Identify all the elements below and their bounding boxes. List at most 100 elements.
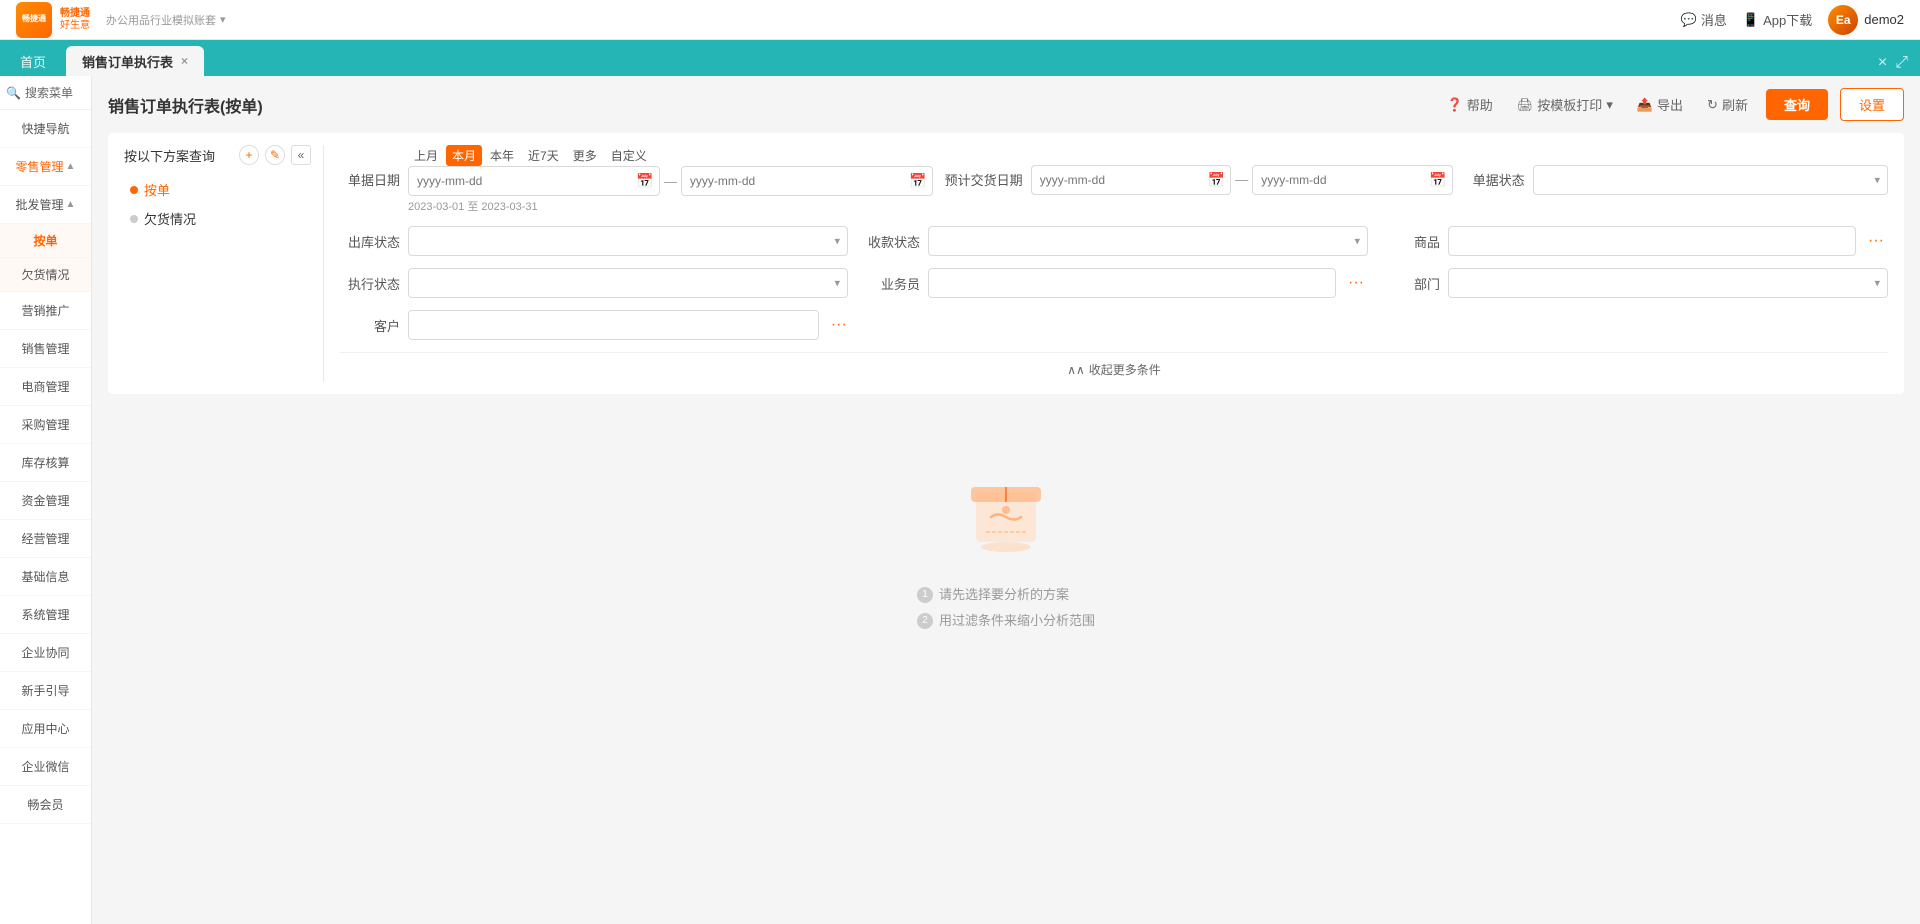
scheme-edit-button[interactable]: ✎ — [265, 145, 285, 165]
brand-logo: 畅捷通 — [16, 2, 52, 38]
print-icon: 🖨 — [1517, 97, 1534, 113]
salesperson-input[interactable] — [928, 268, 1336, 298]
query-button[interactable]: 查询 — [1766, 89, 1828, 120]
sidebar-item-enterprise[interactable]: 企业协同 — [0, 634, 91, 672]
app-download-label: App下载 — [1763, 10, 1812, 29]
sidebar-item-ecommerce[interactable]: 电商管理 — [0, 368, 91, 406]
date-range: 📅 — 📅 — [408, 166, 933, 196]
app-download-button[interactable]: 📱 App下载 — [1743, 10, 1812, 29]
goods-label: 商品 — [1380, 232, 1440, 251]
payment-status-select[interactable]: 未收款 部分收款 全部收款 — [928, 226, 1368, 256]
template-print-button[interactable]: 🖨 按模板打印 ▾ — [1511, 91, 1619, 118]
export-button[interactable]: 📤 导出 — [1631, 91, 1689, 118]
scheme-add-button[interactable]: + — [239, 145, 259, 165]
sidebar-item-quick-nav[interactable]: 快捷导航 — [0, 110, 91, 148]
sidebar-item-inventory[interactable]: 库存核算 — [0, 444, 91, 482]
user-profile[interactable]: Ea demo2 — [1828, 5, 1904, 35]
out-status-select[interactable]: 未出库 部分出库 全部出库 — [408, 226, 848, 256]
date-label: 单据日期 — [340, 170, 400, 189]
sidebar-item-system[interactable]: 系统管理 — [0, 596, 91, 634]
customer-input[interactable] — [408, 310, 819, 340]
sidebar-item-wholesale[interactable]: 批发管理 ▲ — [0, 186, 91, 224]
sidebar-item-wechat[interactable]: 企业微信 — [0, 748, 91, 786]
scheme-item-order[interactable]: 按单 — [124, 175, 311, 204]
date-end-input[interactable] — [681, 166, 933, 196]
help-button[interactable]: ❓ 帮助 — [1441, 91, 1499, 118]
scheme-dot-inactive — [130, 215, 138, 223]
expected-date-start-input[interactable] — [1031, 165, 1232, 195]
filter-panel: 按以下方案查询 + ✎ « 按单 — [108, 133, 1904, 394]
collapse-button[interactable]: ∧∧ 收起更多条件 — [1067, 361, 1161, 378]
exec-status-select[interactable]: 执行中 已完成 — [408, 268, 848, 298]
sidebar-item-newbie[interactable]: 新手引导 — [0, 672, 91, 710]
date-start-input[interactable] — [408, 166, 660, 196]
date-quick-custom[interactable]: 自定义 — [605, 145, 653, 166]
tab-fullscreen-button[interactable]: ⤢ — [1895, 54, 1908, 72]
collapse-bar: ∧∧ 收起更多条件 — [340, 352, 1888, 382]
tab-sales-order-execution[interactable]: 销售订单执行表 × — [66, 46, 204, 76]
tab-close-button[interactable]: × — [181, 54, 188, 68]
tip-num-2: 2 — [917, 613, 933, 629]
date-quick-last-month[interactable]: 上月 — [408, 145, 444, 166]
scheme-header-actions: + ✎ « — [239, 145, 311, 165]
scheme-header-label: 按以下方案查询 — [124, 146, 215, 165]
dept-select-wrapper — [1448, 268, 1888, 298]
refresh-button[interactable]: ↻ 刷新 — [1701, 91, 1754, 118]
top-bar-left: 畅捷通 畅捷通 好生意 办公用品行业模拟账套 ▾ — [16, 2, 234, 38]
goods-more-icon[interactable]: ··· — [1864, 232, 1888, 250]
date-quick-this-month[interactable]: 本月 — [446, 145, 482, 166]
export-icon: 📤 — [1637, 97, 1653, 113]
customer-more-icon[interactable]: ··· — [827, 316, 851, 334]
app-download-icon: 📱 — [1743, 12, 1759, 28]
order-status-label: 单据状态 — [1465, 170, 1525, 189]
sidebar-item-marketing[interactable]: 营销推广 — [0, 292, 91, 330]
date-quick-this-year[interactable]: 本年 — [484, 145, 520, 166]
scheme-collapse-button[interactable]: « — [291, 145, 311, 165]
empty-tips: 1 请先选择要分析的方案 2 用过滤条件来缩小分析范围 — [917, 582, 1095, 634]
filter-row-1: 单据日期 上月 本月 本年 近7天 更多 自定义 — [340, 145, 1888, 214]
date-start-wrapper: 📅 — [408, 166, 660, 196]
print-arrow-icon: ▾ — [1606, 97, 1613, 113]
filter-group-exec-status: 执行状态 执行中 已完成 — [340, 268, 848, 298]
filter-group-expected-date: 预计交货日期 📅 — 📅 — [945, 165, 1453, 195]
sidebar-item-basic[interactable]: 基础信息 — [0, 558, 91, 596]
filter-group-goods: 商品 ··· — [1380, 226, 1888, 256]
sidebar-item-appcenter[interactable]: 应用中心 — [0, 710, 91, 748]
sidebar-item-member[interactable]: 畅会员 — [0, 786, 91, 824]
scheme-item-debt[interactable]: 欠货情况 — [124, 204, 311, 233]
sidebar-item-purchase[interactable]: 采购管理 — [0, 406, 91, 444]
sidebar-search[interactable]: 🔍 搜索菜单 — [0, 76, 91, 110]
dept-select[interactable] — [1448, 268, 1888, 298]
filter-right: 单据日期 上月 本月 本年 近7天 更多 自定义 — [324, 145, 1888, 382]
page-header: 销售订单执行表(按单) ❓ 帮助 🖨 按模板打印 ▾ 📤 导出 — [108, 88, 1904, 121]
main-layout: 🔍 搜索菜单 快捷导航 零售管理 ▲ 批发管理 ▲ 按单 欠货情况 营销推广 销… — [0, 76, 1920, 924]
filter-group-order-status: 单据状态 草稿 已提交 已审核 — [1465, 165, 1888, 195]
sidebar-item-operations[interactable]: 经营管理 — [0, 520, 91, 558]
sidebar-item-finance[interactable]: 资金管理 — [0, 482, 91, 520]
settings-button[interactable]: 设置 — [1840, 88, 1904, 121]
dept-label: 部门 — [1380, 274, 1440, 293]
expected-date-end-input[interactable] — [1252, 165, 1453, 195]
sidebar-sub-item-order[interactable]: 按单 — [0, 224, 91, 258]
exec-status-label: 执行状态 — [340, 274, 400, 293]
salesperson-more-icon[interactable]: ··· — [1344, 274, 1368, 292]
empty-state-icon — [956, 462, 1056, 562]
goods-input[interactable] — [1448, 226, 1856, 256]
page-content: 销售订单执行表(按单) ❓ 帮助 🖨 按模板打印 ▾ 📤 导出 — [92, 76, 1920, 924]
filter-group-payment-status: 收款状态 未收款 部分收款 全部收款 — [860, 226, 1368, 256]
out-status-label: 出库状态 — [340, 232, 400, 251]
sidebar-item-sales[interactable]: 销售管理 — [0, 330, 91, 368]
app-selector[interactable]: 办公用品行业模拟账套 ▾ — [98, 8, 234, 32]
message-button[interactable]: 💬 消息 — [1681, 10, 1727, 29]
tab-close-all-button[interactable]: × — [1878, 54, 1887, 72]
page-title: 销售订单执行表(按单) — [108, 93, 263, 117]
tab-home[interactable]: 首页 — [4, 46, 62, 76]
page-actions: ❓ 帮助 🖨 按模板打印 ▾ 📤 导出 ↻ 刷新 — [1441, 88, 1904, 121]
brand-tagline: 好生意 — [60, 20, 90, 32]
sidebar-sub-item-debt[interactable]: 欠货情况 — [0, 258, 91, 292]
date-quick-more[interactable]: 更多 — [567, 145, 603, 166]
sidebar-item-retail[interactable]: 零售管理 ▲ — [0, 148, 91, 186]
date-quick-last7[interactable]: 近7天 — [522, 145, 565, 166]
order-status-select[interactable]: 草稿 已提交 已审核 — [1533, 165, 1888, 195]
message-label: 消息 — [1701, 10, 1727, 29]
